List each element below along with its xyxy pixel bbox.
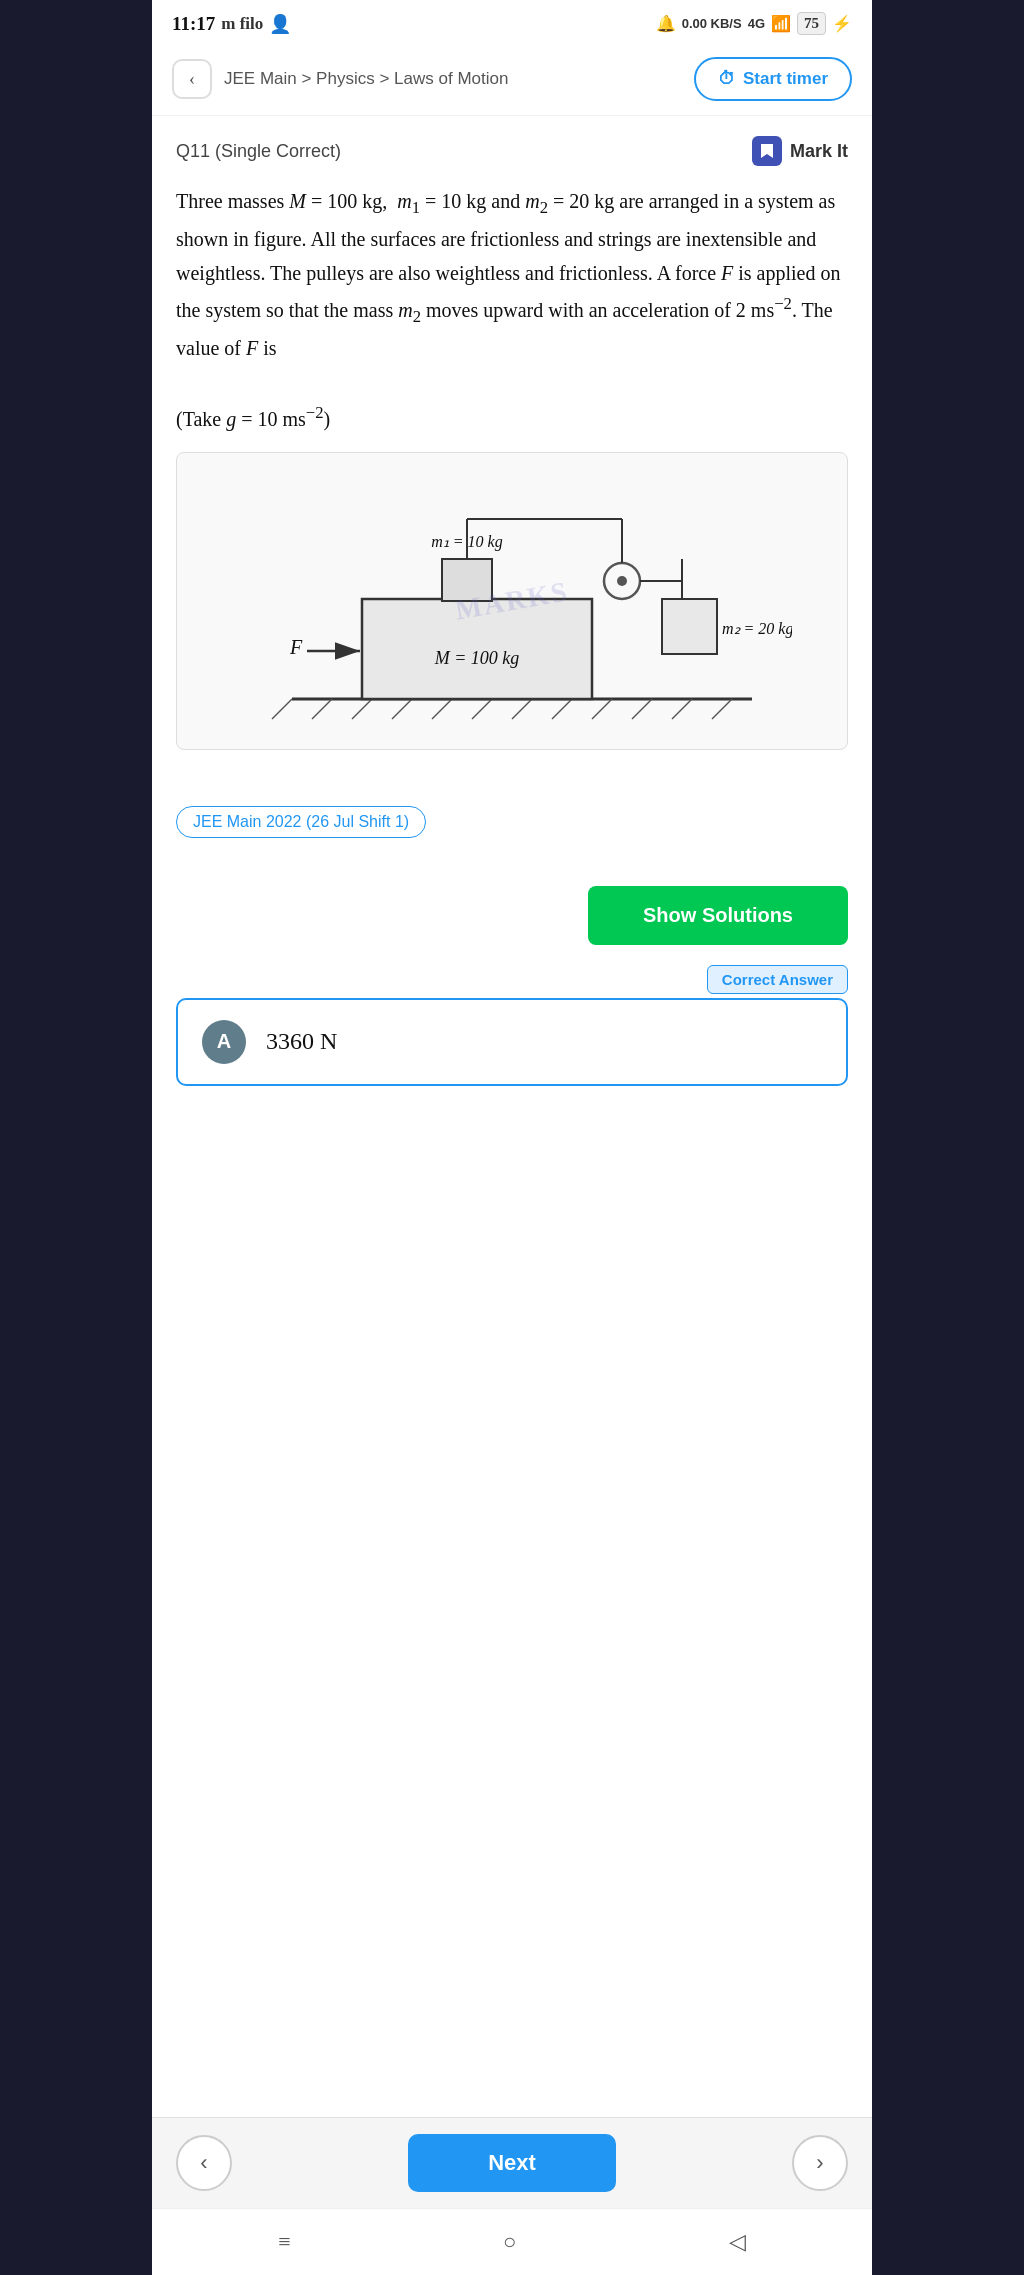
svg-line-5 — [392, 699, 412, 719]
bookmark-icon — [752, 136, 782, 166]
physics-diagram: M = 100 kg m₁ = 10 kg — [176, 452, 848, 750]
svg-text:M = 100 kg: M = 100 kg — [434, 648, 520, 668]
svg-text:F: F — [289, 636, 303, 658]
signal-label: 4G — [748, 16, 765, 31]
svg-text:m₂ = 20 kg: m₂ = 20 kg — [722, 620, 792, 638]
android-nav-bar: ≡ ○ ◁ — [152, 2208, 872, 2275]
correct-answer-badge-container: Correct Answer — [176, 965, 848, 994]
svg-line-3 — [312, 699, 332, 719]
answer-value: 3360 N — [266, 1028, 337, 1055]
answer-card: A 3360 N — [176, 998, 848, 1086]
next-circle-button[interactable]: › — [792, 2135, 848, 2191]
next-button[interactable]: Next — [408, 2134, 616, 2192]
android-home-icon[interactable]: ○ — [483, 2223, 536, 2261]
svg-line-13 — [712, 699, 732, 719]
charging-icon: ⚡ — [832, 14, 852, 33]
status-right: 🔔 0.00 KB/S 4G 📶 75 ⚡ — [656, 12, 852, 35]
android-back-icon[interactable]: ◁ — [709, 2223, 766, 2261]
battery-indicator: 75 — [797, 12, 826, 35]
question-area: Q11 (Single Correct) Mark It Three masse… — [152, 116, 872, 786]
bell-icon: 🔔 — [656, 14, 676, 33]
status-time: 11:17 — [172, 13, 215, 35]
solutions-btn-container: Show Solutions — [152, 886, 872, 945]
exam-tag: JEE Main 2022 (26 Jul Shift 1) — [176, 806, 426, 838]
question-label: Q11 (Single Correct) — [176, 141, 341, 162]
svg-rect-25 — [662, 599, 717, 654]
svg-line-6 — [432, 699, 452, 719]
diagram-svg: M = 100 kg m₁ = 10 kg — [232, 469, 792, 729]
svg-line-4 — [352, 699, 372, 719]
bottom-nav: ‹ Next › — [152, 2117, 872, 2208]
status-app: m filo — [221, 14, 263, 34]
svg-line-2 — [272, 699, 292, 719]
prev-button[interactable]: ‹ — [176, 2135, 232, 2191]
timer-icon: ⏱ — [718, 69, 735, 89]
exam-tag-container: JEE Main 2022 (26 Jul Shift 1) — [152, 806, 872, 838]
svg-line-9 — [552, 699, 572, 719]
question-meta: Q11 (Single Correct) Mark It — [176, 136, 848, 166]
back-chevron-icon: ‹ — [189, 69, 195, 90]
breadcrumb: JEE Main > Physics > Laws of Motion — [224, 69, 508, 89]
nav-header: ‹ JEE Main > Physics > Laws of Motion ⏱ … — [152, 43, 872, 116]
user-icon: 👤 — [269, 13, 291, 35]
start-timer-button[interactable]: ⏱ Start timer — [694, 57, 852, 101]
back-button[interactable]: ‹ — [172, 59, 212, 99]
signal-bars-icon: 📶 — [771, 14, 791, 33]
question-text: Three masses M = 100 kg, m1 = 10 kg and … — [176, 184, 848, 436]
svg-rect-16 — [442, 559, 492, 601]
svg-line-7 — [472, 699, 492, 719]
prev-icon: ‹ — [200, 2150, 207, 2176]
answer-option-circle: A — [202, 1020, 246, 1064]
status-left: 11:17 m filo 👤 — [172, 13, 291, 35]
correct-answer-badge: Correct Answer — [707, 965, 848, 994]
next-icon: › — [816, 2150, 823, 2176]
svg-line-12 — [672, 699, 692, 719]
answer-section: Correct Answer A 3360 N — [152, 965, 872, 1106]
svg-line-10 — [592, 699, 612, 719]
status-bar: 11:17 m filo 👤 🔔 0.00 KB/S 4G 📶 75 ⚡ — [152, 0, 872, 43]
network-speed: 0.00 KB/S — [682, 16, 742, 31]
svg-line-8 — [512, 699, 532, 719]
android-menu-icon[interactable]: ≡ — [258, 2223, 310, 2261]
svg-point-19 — [617, 576, 627, 586]
show-solutions-button[interactable]: Show Solutions — [588, 886, 848, 945]
nav-left: ‹ JEE Main > Physics > Laws of Motion — [172, 59, 508, 99]
svg-line-11 — [632, 699, 652, 719]
mark-it-button[interactable]: Mark It — [752, 136, 848, 166]
